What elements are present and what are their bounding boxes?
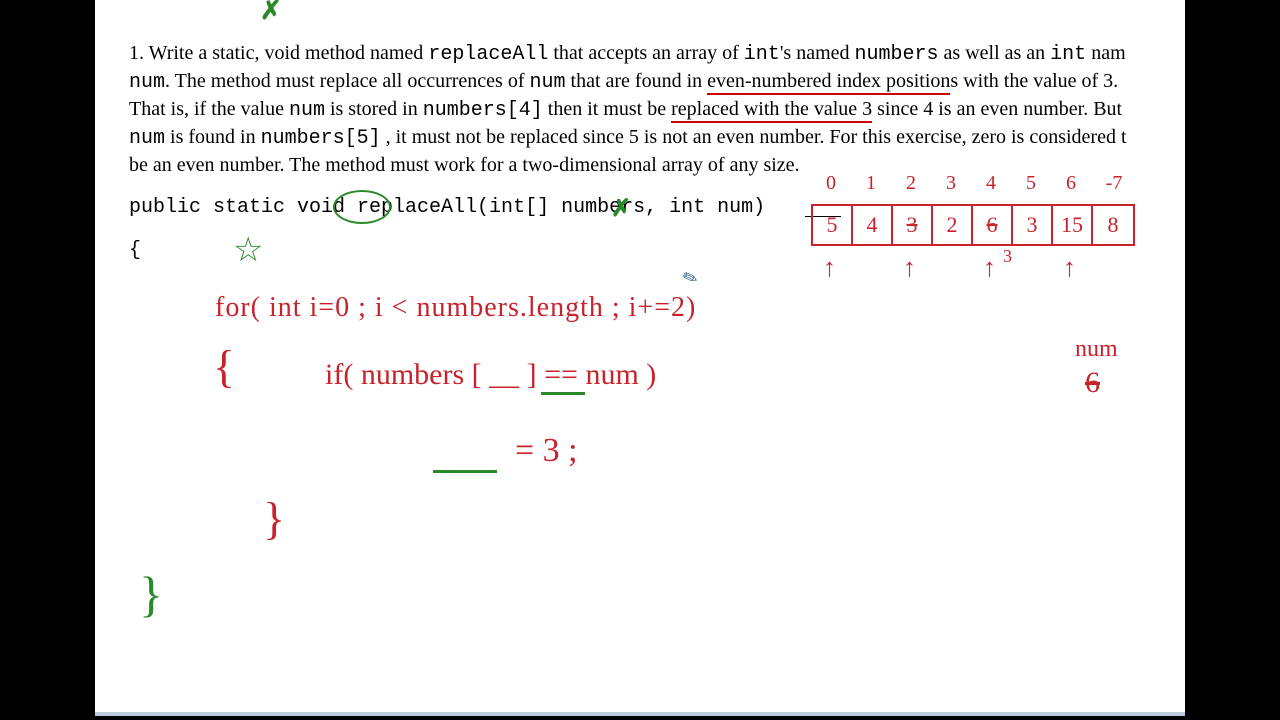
- status-bar: [95, 712, 1185, 716]
- num-label-handwriting: num: [1075, 336, 1118, 363]
- assignment-handwriting: = 3 ;: [515, 432, 578, 470]
- underlined-phrase-1: even-numbered index position: [707, 70, 950, 95]
- problem-statement: 1. Write a static, void method named rep…: [129, 40, 1151, 178]
- document-page: ✗ 1. Write a static, void method named r…: [95, 0, 1185, 712]
- blank-underline-2: [433, 470, 497, 473]
- for-loop-handwriting: for( int i=0 ; i < numbers.length ; i+=2…: [215, 292, 696, 324]
- blank-underline-1: [541, 392, 585, 395]
- underlined-phrase-2: replaced with the value 3: [671, 98, 872, 123]
- green-scribble-icon: ✗: [260, 0, 282, 26]
- num-value-handwriting: 6: [1085, 366, 1100, 400]
- open-brace-typed: {: [129, 239, 1151, 262]
- open-brace-handwriting: {: [213, 340, 235, 393]
- problem-number: 1.: [129, 42, 144, 64]
- close-brace-outer-handwriting: }: [139, 565, 163, 623]
- method-signature: public static void replaceAll(int[] numb…: [129, 196, 1151, 219]
- if-statement-handwriting: if( numbers [ __ ] == num ): [325, 358, 656, 392]
- num-underline: [805, 216, 841, 217]
- close-brace-inner-handwriting: }: [263, 492, 285, 545]
- pen-cursor-icon: ✎: [680, 266, 701, 291]
